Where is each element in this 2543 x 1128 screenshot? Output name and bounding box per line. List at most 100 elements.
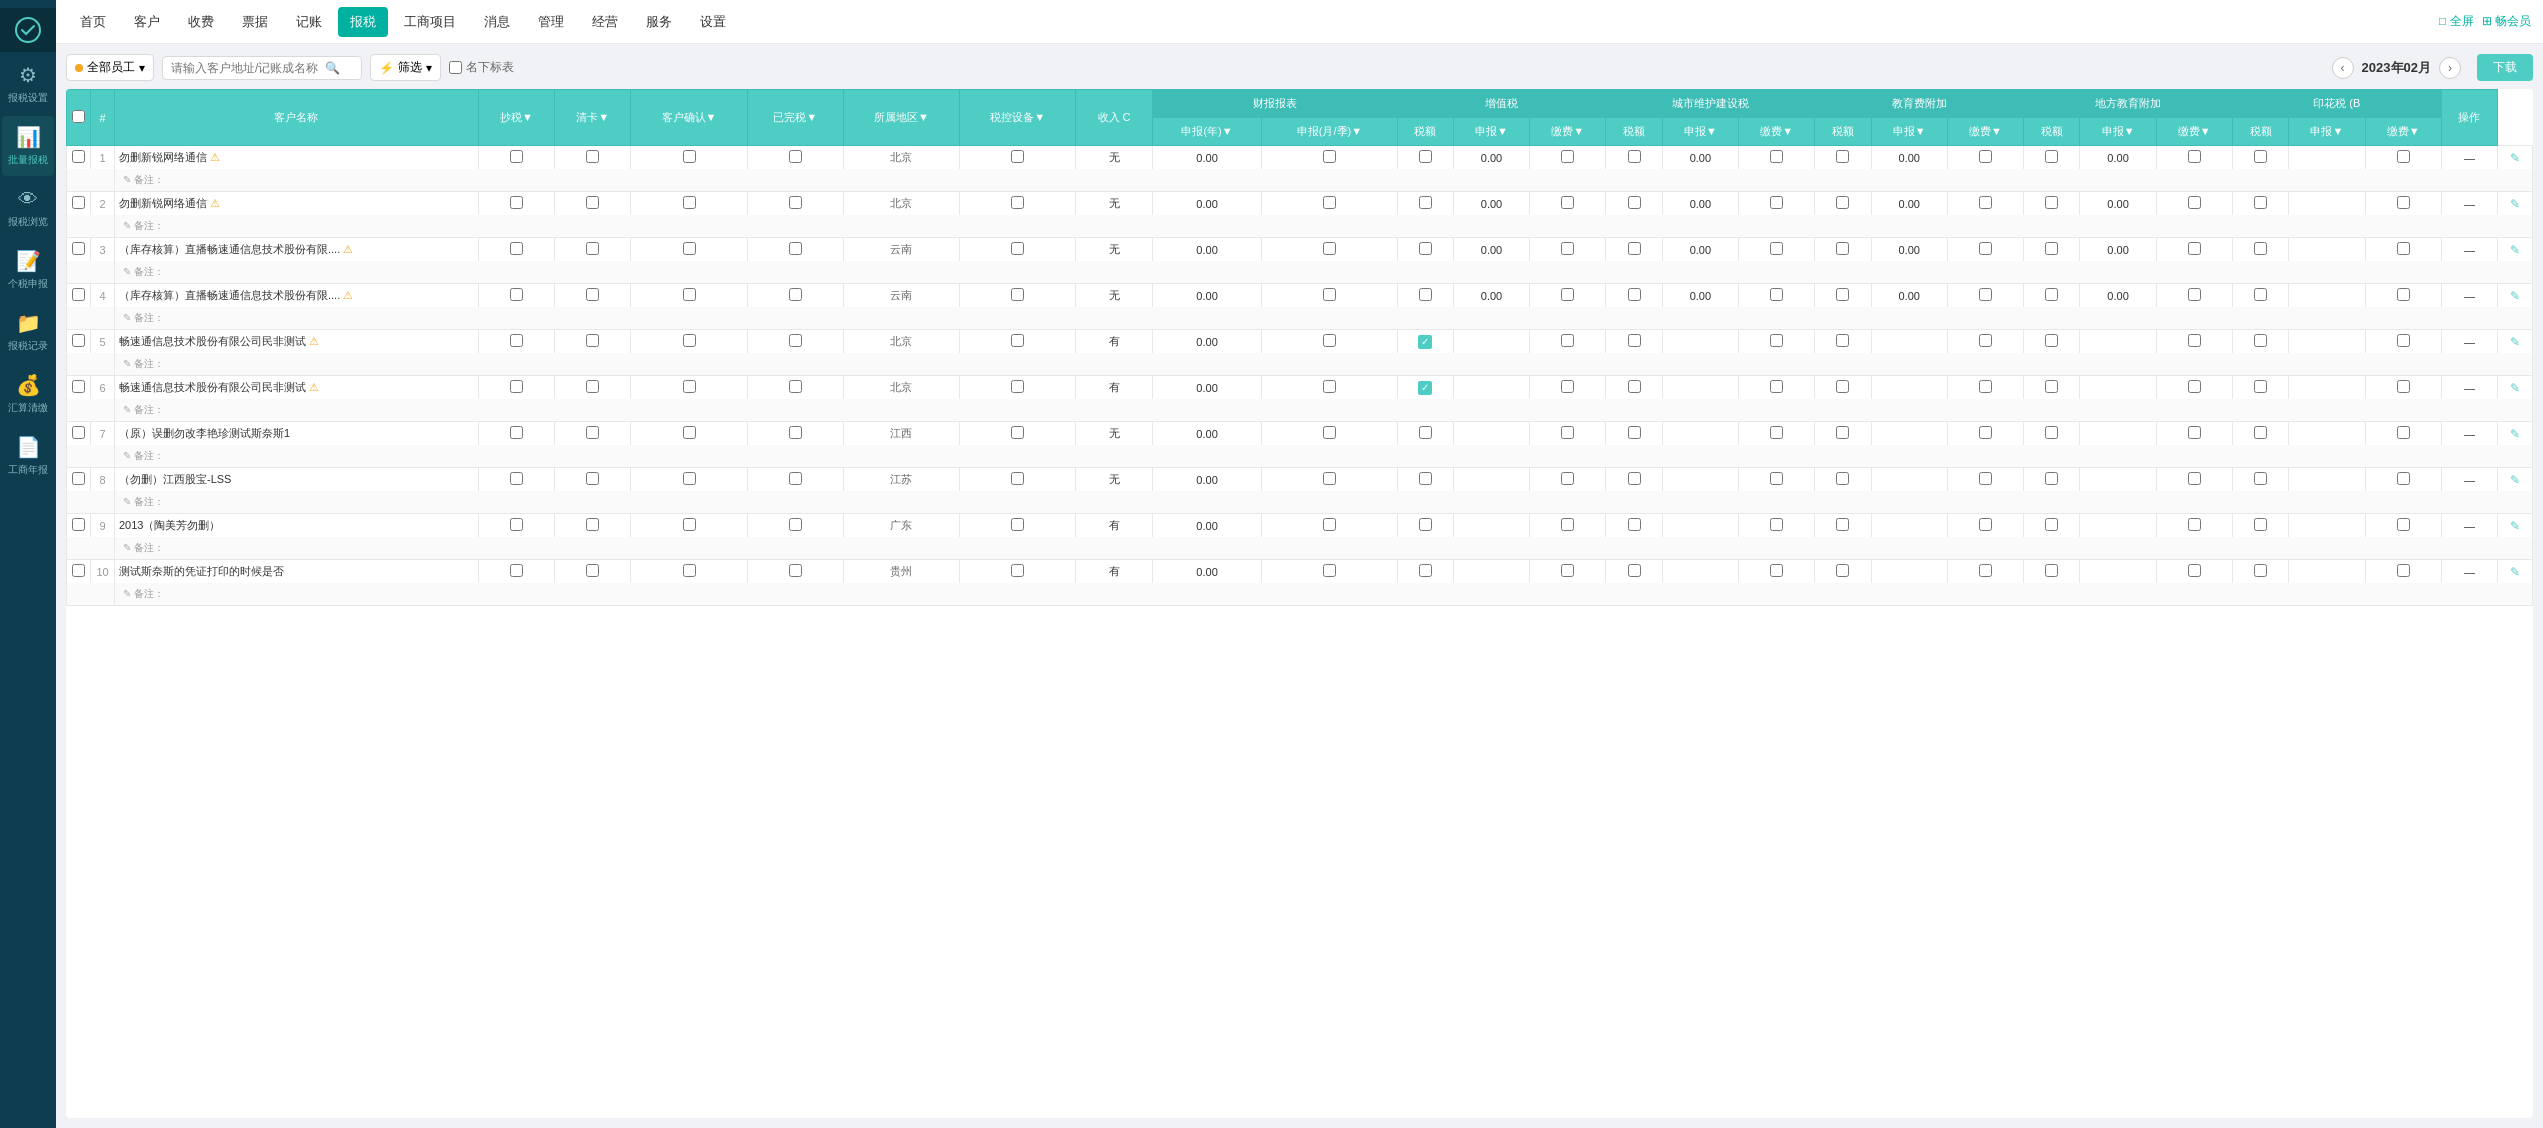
row-checkbox[interactable] bbox=[2397, 150, 2410, 163]
row-checkbox[interactable] bbox=[586, 518, 599, 531]
row-operation[interactable]: ✎ bbox=[2498, 422, 2533, 446]
row-checkbox[interactable] bbox=[1979, 380, 1992, 393]
row-checkbox[interactable] bbox=[1011, 426, 1024, 439]
row-checkbox[interactable] bbox=[2254, 242, 2267, 255]
row-checkbox[interactable] bbox=[72, 518, 85, 531]
row-tax-device[interactable] bbox=[960, 146, 1076, 170]
row-checkbox[interactable] bbox=[1979, 426, 1992, 439]
edit-icon[interactable]: ✎ bbox=[2510, 473, 2520, 487]
row-vat-declare[interactable] bbox=[1530, 330, 1606, 354]
row-checkbox[interactable] bbox=[789, 196, 802, 209]
row-clear-card[interactable] bbox=[555, 560, 631, 584]
row-local-edu-pay[interactable] bbox=[2232, 514, 2288, 538]
row-stamp-declare[interactable] bbox=[2365, 146, 2441, 170]
row-select-cell[interactable] bbox=[67, 146, 91, 170]
row-stamp-declare[interactable] bbox=[2365, 422, 2441, 446]
row-checkbox[interactable] bbox=[683, 288, 696, 301]
row-stamp-pay[interactable]: — bbox=[2441, 468, 2497, 492]
row-checkbox[interactable] bbox=[789, 564, 802, 577]
row-city-declare[interactable] bbox=[1739, 238, 1815, 262]
row-checkbox[interactable] bbox=[789, 242, 802, 255]
row-checkbox[interactable] bbox=[1011, 288, 1024, 301]
row-stamp-pay[interactable]: — bbox=[2441, 376, 2497, 400]
row-edu-pay[interactable] bbox=[2024, 192, 2080, 216]
row-fin-year[interactable] bbox=[1262, 560, 1397, 584]
row-checkbox[interactable] bbox=[1770, 472, 1783, 485]
row-checkbox[interactable] bbox=[1836, 564, 1849, 577]
row-clear-card[interactable] bbox=[555, 192, 631, 216]
row-checkbox[interactable] bbox=[1770, 426, 1783, 439]
row-checkbox[interactable] bbox=[586, 242, 599, 255]
row-customer-confirm[interactable] bbox=[631, 468, 747, 492]
row-checkbox[interactable] bbox=[1561, 564, 1574, 577]
row-checkbox[interactable] bbox=[2397, 380, 2410, 393]
row-vat-declare[interactable] bbox=[1530, 560, 1606, 584]
row-vat-pay[interactable] bbox=[1606, 284, 1662, 308]
row-city-declare[interactable] bbox=[1739, 422, 1815, 446]
row-select-cell[interactable] bbox=[67, 376, 91, 400]
row-tax-paid[interactable] bbox=[747, 376, 843, 400]
row-checkbox[interactable] bbox=[2188, 288, 2201, 301]
download-button[interactable]: 下载 bbox=[2477, 54, 2533, 81]
row-checkbox[interactable] bbox=[1323, 334, 1336, 347]
row-city-declare[interactable] bbox=[1739, 146, 1815, 170]
row-vat-declare[interactable] bbox=[1530, 284, 1606, 308]
nav-manage[interactable]: 管理 bbox=[526, 7, 576, 37]
row-stamp-declare[interactable] bbox=[2365, 376, 2441, 400]
row-checkbox[interactable] bbox=[72, 150, 85, 163]
row-checkbox[interactable] bbox=[2045, 150, 2058, 163]
row-city-pay[interactable] bbox=[1815, 514, 1871, 538]
sidebar-item-tax-records[interactable]: 📁 报税记录 bbox=[2, 302, 54, 362]
row-operation[interactable]: ✎ bbox=[2498, 376, 2533, 400]
row-checkbox[interactable] bbox=[1979, 564, 1992, 577]
nav-finance[interactable]: 经营 bbox=[580, 7, 630, 37]
row-checkbox[interactable] bbox=[2188, 150, 2201, 163]
row-stamp-declare[interactable] bbox=[2365, 560, 2441, 584]
row-checkbox[interactable] bbox=[1836, 426, 1849, 439]
row-tax-device[interactable] bbox=[960, 192, 1076, 216]
row-checkbox[interactable] bbox=[510, 288, 523, 301]
row-tax-device[interactable] bbox=[960, 514, 1076, 538]
row-fin-month[interactable] bbox=[1397, 146, 1453, 170]
row-fin-month[interactable]: ✓ bbox=[1397, 330, 1453, 354]
row-checkbox[interactable] bbox=[1323, 150, 1336, 163]
row-checkbox[interactable] bbox=[1628, 380, 1641, 393]
row-checkbox[interactable] bbox=[1836, 380, 1849, 393]
row-edu-pay[interactable] bbox=[2024, 284, 2080, 308]
nav-business[interactable]: 工商项目 bbox=[392, 7, 468, 37]
row-fin-month[interactable] bbox=[1397, 514, 1453, 538]
label-check[interactable]: 名下标表 bbox=[449, 59, 514, 76]
next-date-btn[interactable]: › bbox=[2439, 57, 2461, 79]
row-checkbox[interactable] bbox=[1419, 150, 1432, 163]
row-checkbox[interactable] bbox=[2045, 288, 2058, 301]
row-fin-year[interactable] bbox=[1262, 330, 1397, 354]
row-vat-pay[interactable] bbox=[1606, 422, 1662, 446]
row-customer-confirm[interactable] bbox=[631, 192, 747, 216]
edit-icon[interactable]: ✎ bbox=[2510, 381, 2520, 395]
row-customer-confirm[interactable] bbox=[631, 330, 747, 354]
row-vat-declare[interactable] bbox=[1530, 376, 1606, 400]
row-checkbox[interactable] bbox=[1323, 196, 1336, 209]
row-vat-declare[interactable] bbox=[1530, 422, 1606, 446]
row-city-declare[interactable] bbox=[1739, 376, 1815, 400]
row-customer-confirm[interactable] bbox=[631, 560, 747, 584]
row-checkbox[interactable] bbox=[2397, 472, 2410, 485]
row-city-declare[interactable] bbox=[1739, 468, 1815, 492]
row-local-edu-declare[interactable] bbox=[2156, 330, 2232, 354]
row-city-pay[interactable] bbox=[1815, 422, 1871, 446]
row-stamp-declare[interactable] bbox=[2365, 284, 2441, 308]
prev-date-btn[interactable]: ‹ bbox=[2332, 57, 2354, 79]
row-city-pay[interactable] bbox=[1815, 146, 1871, 170]
row-checkbox[interactable] bbox=[789, 426, 802, 439]
row-checkbox[interactable] bbox=[2045, 242, 2058, 255]
row-clear-card[interactable] bbox=[555, 146, 631, 170]
row-city-declare[interactable] bbox=[1739, 560, 1815, 584]
row-fin-month[interactable] bbox=[1397, 192, 1453, 216]
row-copy-tax[interactable] bbox=[478, 284, 554, 308]
row-local-edu-declare[interactable] bbox=[2156, 192, 2232, 216]
row-checkbox[interactable] bbox=[789, 472, 802, 485]
row-local-edu-pay[interactable] bbox=[2232, 560, 2288, 584]
row-checkbox[interactable] bbox=[1979, 150, 1992, 163]
row-edu-pay[interactable] bbox=[2024, 330, 2080, 354]
row-vat-pay[interactable] bbox=[1606, 330, 1662, 354]
